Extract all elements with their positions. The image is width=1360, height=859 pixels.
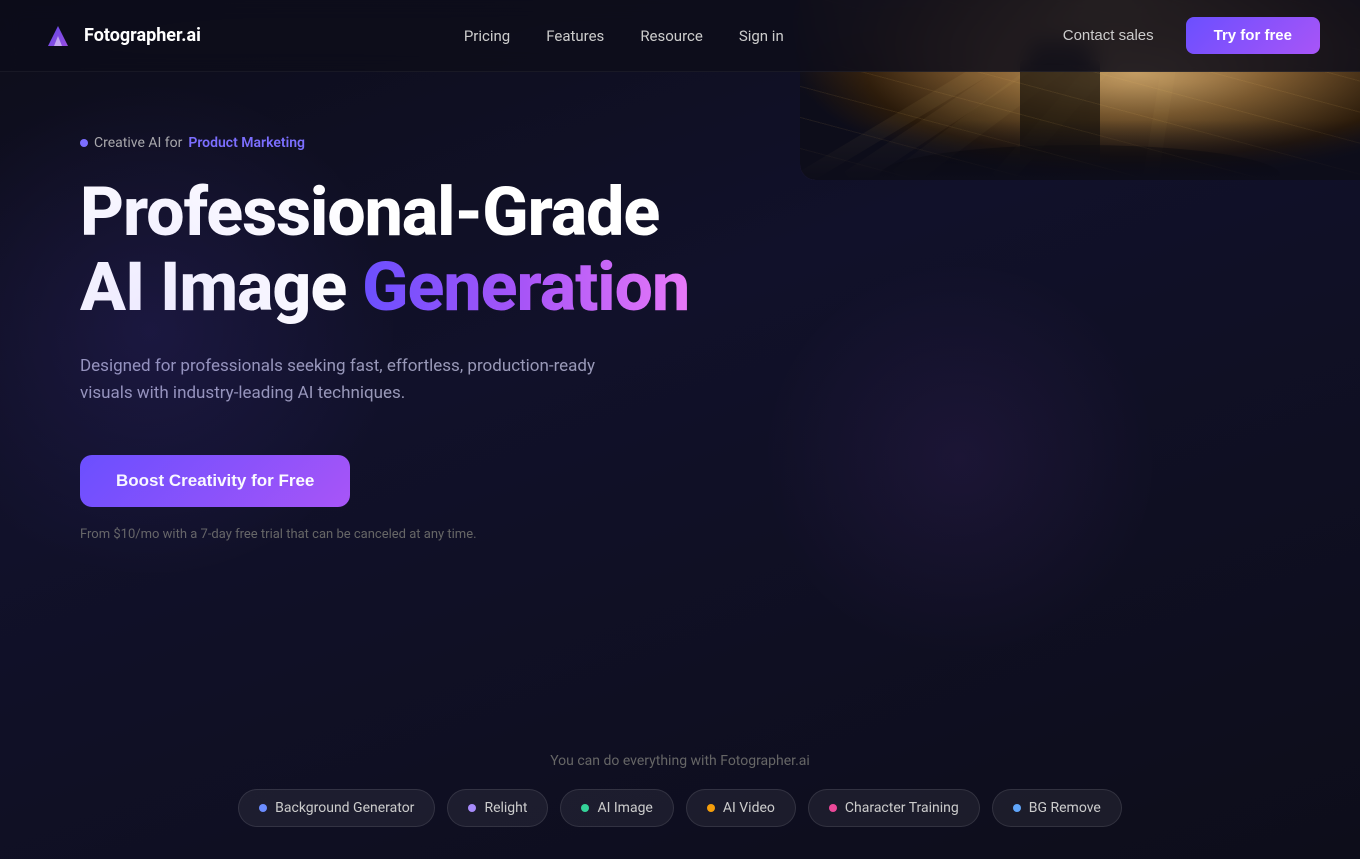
logo-icon <box>40 18 76 54</box>
nav-actions: Contact sales Try for free <box>1047 17 1320 54</box>
tab-ai-video[interactable]: AI Video <box>686 789 796 827</box>
tab-label-relight: Relight <box>484 800 527 816</box>
logo[interactable]: Fotographer.ai <box>40 18 201 54</box>
hero-title-line2: AI Image Generation <box>80 250 1280 325</box>
tab-dot-character-training <box>829 804 837 812</box>
logo-text: Fotographer.ai <box>84 25 201 46</box>
tab-dot-bg-remove <box>1013 804 1021 812</box>
badge-highlight: Product Marketing <box>188 135 305 151</box>
hero-section: Creative AI for Product Marketing Profes… <box>0 0 1360 859</box>
tab-label-ai-image: AI Image <box>597 800 652 816</box>
badge-dot <box>80 139 88 147</box>
contact-sales-button[interactable]: Contact sales <box>1047 19 1170 52</box>
tab-character-training[interactable]: Character Training <box>808 789 980 827</box>
tab-dot-ai-image <box>581 804 589 812</box>
tab-bg-generator[interactable]: Background Generator <box>238 789 435 827</box>
tab-relight[interactable]: Relight <box>447 789 548 827</box>
nav-features[interactable]: Features <box>546 27 604 45</box>
tab-bg-remove[interactable]: BG Remove <box>992 789 1122 827</box>
nav-pricing[interactable]: Pricing <box>464 27 510 45</box>
tab-label-character-training: Character Training <box>845 800 959 816</box>
badge-prefix: Creative AI for <box>94 135 182 151</box>
hero-title-line1: Professional-Grade <box>80 175 1280 250</box>
tab-dot-ai-video <box>707 804 715 812</box>
hero-description: Designed for professionals seeking fast,… <box>80 353 640 407</box>
tab-ai-image[interactable]: AI Image <box>560 789 673 827</box>
tab-label-bg-generator: Background Generator <box>275 800 414 816</box>
nav-signin[interactable]: Sign in <box>739 27 784 45</box>
navbar: Fotographer.ai Pricing Features Resource… <box>0 0 1360 72</box>
hero-image-overlay <box>800 120 1360 180</box>
tab-label-bg-remove: BG Remove <box>1029 800 1101 816</box>
hero-title: Professional-Grade AI Image Generation <box>80 175 1280 325</box>
nav-resource[interactable]: Resource <box>640 27 703 45</box>
tab-label-ai-video: AI Video <box>723 800 775 816</box>
hero-badge: Creative AI for Product Marketing <box>80 135 305 151</box>
tabs-row: Background Generator Relight AI Image AI Vi… <box>40 789 1320 827</box>
tab-dot-bg-generator <box>259 804 267 812</box>
try-for-free-button[interactable]: Try for free <box>1186 17 1320 54</box>
nav-links: Pricing Features Resource Sign in <box>464 27 784 45</box>
hero-title-gradient: Generation <box>362 247 689 327</box>
cta-note: From $10/mo with a 7-day free trial that… <box>80 527 477 542</box>
tabs-section: You can do everything with Fotographer.a… <box>0 729 1360 859</box>
tabs-label: You can do everything with Fotographer.a… <box>40 753 1320 769</box>
boost-creativity-button[interactable]: Boost Creativity for Free <box>80 455 350 507</box>
tab-dot-relight <box>468 804 476 812</box>
